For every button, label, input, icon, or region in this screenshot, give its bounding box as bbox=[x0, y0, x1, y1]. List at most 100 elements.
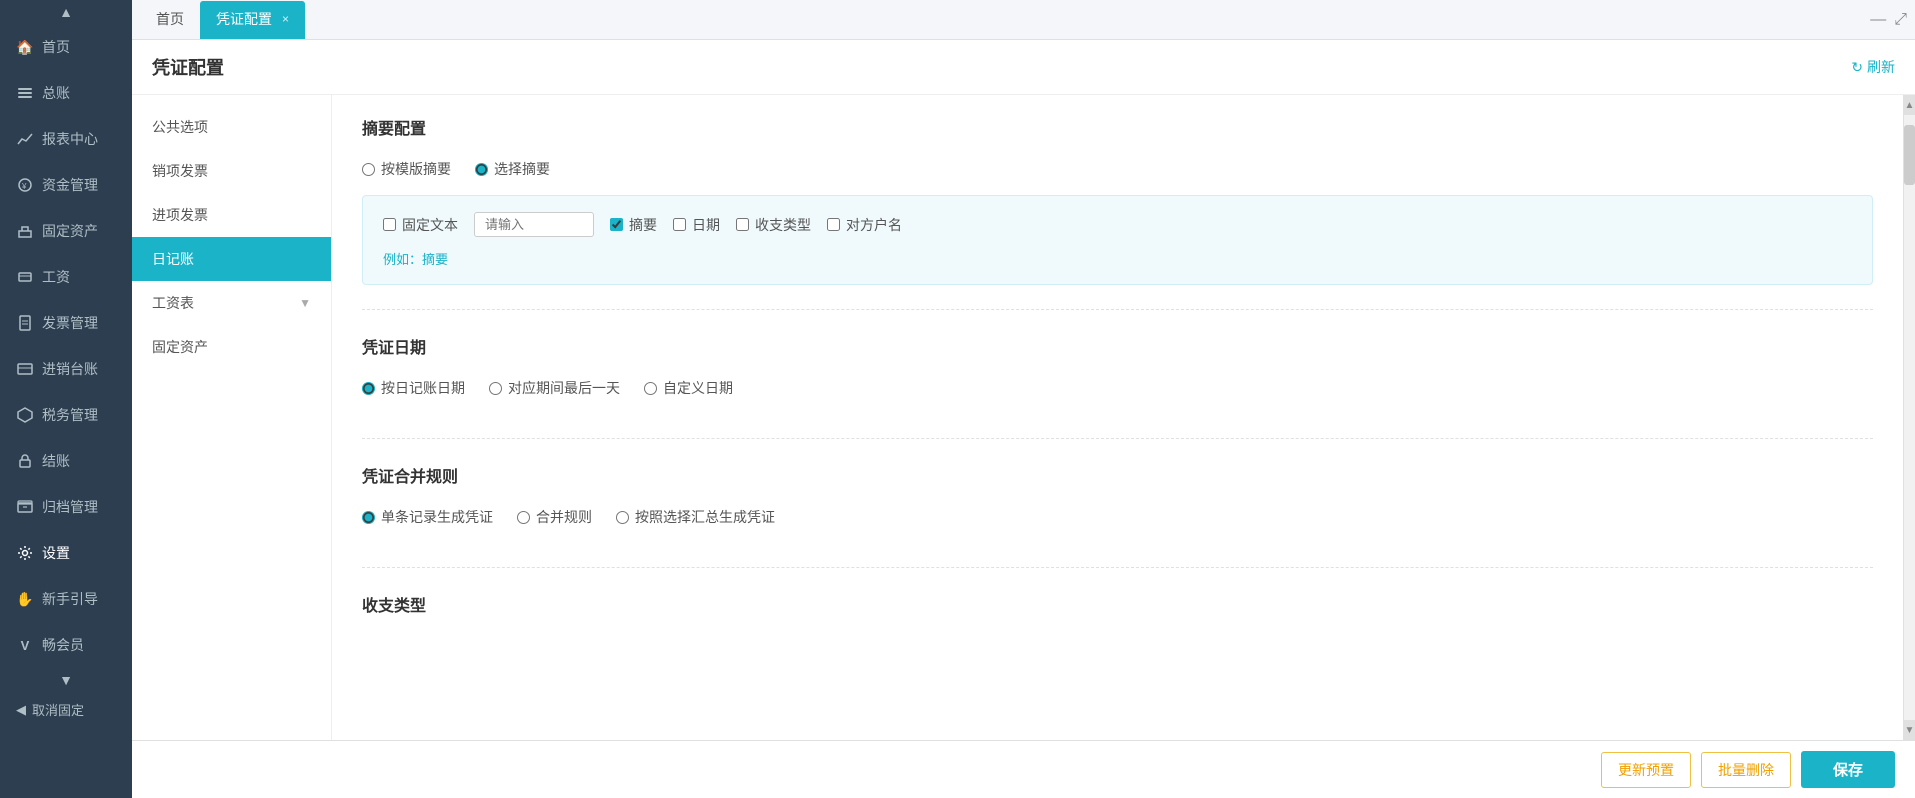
save-btn[interactable]: 保存 bbox=[1801, 751, 1895, 788]
merge-section: 凭证合并规则 单条记录生成凭证 合并规则 按照选择汇总生成凭证 bbox=[362, 463, 1873, 568]
sidebar: ▲ 🏠 首页 总账 报表中心 ¥ 资金管理 固定资产 工资 bbox=[0, 0, 132, 798]
radio-template-input[interactable] bbox=[362, 163, 375, 176]
summary-checkbox-row: 固定文本 摘要 日期 bbox=[383, 212, 1852, 237]
guide-icon: ✋ bbox=[16, 590, 34, 608]
date-title: 凭证日期 bbox=[362, 334, 1873, 358]
update-preset-btn[interactable]: 更新预置 bbox=[1601, 752, 1691, 788]
cancel-pin-btn[interactable]: ◀ 取消固定 bbox=[0, 692, 132, 727]
left-nav: 公共选项 销项发票 进项发票 日记账 工资表 ▼ 固定资产 bbox=[132, 95, 332, 740]
radio-custom-date-input[interactable] bbox=[644, 382, 657, 395]
sidebar-item-salary[interactable]: 工资 bbox=[0, 254, 132, 300]
date-radio-period[interactable]: 对应期间最后一天 bbox=[489, 378, 620, 398]
right-content: 摘要配置 按模版摘要 选择摘要 bbox=[332, 95, 1903, 740]
summary-example: 例如：摘要 bbox=[383, 249, 1852, 268]
scroll-up-btn[interactable]: ▲ bbox=[1904, 95, 1915, 115]
sidebar-item-archive[interactable]: 归档管理 bbox=[0, 484, 132, 530]
left-nav-payroll[interactable]: 工资表 ▼ bbox=[132, 281, 331, 325]
radio-single-input[interactable] bbox=[362, 511, 375, 524]
svg-text:¥: ¥ bbox=[21, 182, 27, 191]
merge-radio-single[interactable]: 单条记录生成凭证 bbox=[362, 507, 493, 527]
radio-by-selection-input[interactable] bbox=[616, 511, 629, 524]
radio-select-input[interactable] bbox=[475, 163, 488, 176]
sidebar-item-tax[interactable]: 税务管理 bbox=[0, 392, 132, 438]
salary-icon bbox=[16, 268, 34, 286]
tab-maximize-btn[interactable]: ⤢ bbox=[1894, 11, 1907, 29]
checkbox-date-input[interactable] bbox=[673, 218, 686, 231]
fund-icon: ¥ bbox=[16, 176, 34, 194]
scroll-thumb-area bbox=[1904, 115, 1915, 720]
fixed-text-input[interactable] bbox=[474, 212, 594, 237]
tab-close-icon[interactable]: × bbox=[282, 12, 289, 26]
tab-minimize-btn[interactable]: — bbox=[1870, 11, 1886, 29]
sidebar-item-fund[interactable]: ¥ 资金管理 bbox=[0, 162, 132, 208]
content-layout: 公共选项 销项发票 进项发票 日记账 工资表 ▼ 固定资产 bbox=[132, 95, 1903, 740]
radio-period-last-input[interactable] bbox=[489, 382, 502, 395]
checkbox-summary[interactable]: 摘要 bbox=[610, 215, 657, 235]
page-header: 凭证配置 ↻ 刷新 bbox=[132, 40, 1915, 95]
tab-home[interactable]: 首页 bbox=[140, 1, 200, 39]
sidebar-item-ledger[interactable]: 总账 bbox=[0, 70, 132, 116]
merge-title: 凭证合并规则 bbox=[362, 463, 1873, 487]
sidebar-item-settings[interactable]: 设置 bbox=[0, 530, 132, 576]
checkbox-fixed-text-input[interactable] bbox=[383, 218, 396, 231]
merge-radio-selection[interactable]: 按照选择汇总生成凭证 bbox=[616, 507, 775, 527]
income-type-section: 收支类型 bbox=[362, 592, 1873, 660]
radio-journal-date-input[interactable] bbox=[362, 382, 375, 395]
checkbox-date[interactable]: 日期 bbox=[673, 215, 720, 235]
date-radio-custom[interactable]: 自定义日期 bbox=[644, 378, 733, 398]
checkbox-counterpart-input[interactable] bbox=[827, 218, 840, 231]
checkbox-summary-input[interactable] bbox=[610, 218, 623, 231]
report-icon bbox=[16, 130, 34, 148]
tab-voucher-config[interactable]: 凭证配置 × bbox=[200, 1, 305, 39]
chevron-down-icon: ▼ bbox=[299, 296, 311, 310]
sidebar-scroll-up[interactable]: ▲ bbox=[0, 0, 132, 24]
ledger-icon bbox=[16, 84, 34, 102]
sidebar-item-vip[interactable]: V 畅会员 bbox=[0, 622, 132, 668]
bottom-bar: 更新预置 批量删除 保存 bbox=[132, 740, 1915, 798]
archive-icon bbox=[16, 498, 34, 516]
batch-delete-btn[interactable]: 批量删除 bbox=[1701, 752, 1791, 788]
page-title: 凭证配置 bbox=[152, 54, 224, 80]
date-radio-group: 按日记账日期 对应期间最后一天 自定义日期 bbox=[362, 378, 1873, 398]
left-nav-fixed-assets[interactable]: 固定资产 bbox=[132, 325, 331, 369]
sidebar-item-trade[interactable]: 进销台账 bbox=[0, 346, 132, 392]
sidebar-scroll-down[interactable]: ▼ bbox=[0, 668, 132, 692]
home-icon: 🏠 bbox=[16, 38, 34, 56]
income-type-title: 收支类型 bbox=[362, 592, 1873, 616]
summary-radio-template[interactable]: 按模版摘要 bbox=[362, 159, 451, 179]
outer-scrollbar[interactable]: ▲ ▼ bbox=[1903, 95, 1915, 740]
summary-options-box: 固定文本 摘要 日期 bbox=[362, 195, 1873, 285]
sidebar-item-assets[interactable]: 固定资产 bbox=[0, 208, 132, 254]
refresh-icon: ↻ bbox=[1851, 59, 1863, 76]
date-radio-journal[interactable]: 按日记账日期 bbox=[362, 378, 465, 398]
merge-radio-group: 单条记录生成凭证 合并规则 按照选择汇总生成凭证 bbox=[362, 507, 1873, 527]
sidebar-item-invoice[interactable]: 发票管理 bbox=[0, 300, 132, 346]
assets-icon bbox=[16, 222, 34, 240]
sidebar-item-report[interactable]: 报表中心 bbox=[0, 116, 132, 162]
summary-radio-select[interactable]: 选择摘要 bbox=[475, 159, 550, 179]
checkbox-income-type[interactable]: 收支类型 bbox=[736, 215, 811, 235]
left-nav-public[interactable]: 公共选项 bbox=[132, 105, 331, 149]
sidebar-item-close[interactable]: 结账 bbox=[0, 438, 132, 484]
merge-radio-rule[interactable]: 合并规则 bbox=[517, 507, 592, 527]
scroll-down-btn[interactable]: ▼ bbox=[1904, 720, 1915, 740]
main-area: 首页 凭证配置 × — ⤢ 凭证配置 ↻ 刷新 公共选项 销项发票 bbox=[132, 0, 1915, 798]
summary-section: 摘要配置 按模版摘要 选择摘要 bbox=[362, 115, 1873, 310]
sidebar-item-home[interactable]: 🏠 首页 bbox=[0, 24, 132, 70]
checkbox-fixed-text[interactable]: 固定文本 bbox=[383, 215, 458, 235]
sidebar-item-guide[interactable]: ✋ 新手引导 bbox=[0, 576, 132, 622]
left-nav-purchase[interactable]: 进项发票 bbox=[132, 193, 331, 237]
trade-icon bbox=[16, 360, 34, 378]
radio-merge-rule-input[interactable] bbox=[517, 511, 530, 524]
checkbox-income-type-input[interactable] bbox=[736, 218, 749, 231]
left-nav-sales[interactable]: 销项发票 bbox=[132, 149, 331, 193]
left-nav-journal[interactable]: 日记账 bbox=[132, 237, 331, 281]
pin-icon: ◀ bbox=[16, 702, 26, 718]
tax-icon bbox=[16, 406, 34, 424]
settings-icon bbox=[16, 544, 34, 562]
tab-actions: — ⤢ bbox=[1870, 11, 1907, 29]
refresh-btn[interactable]: ↻ 刷新 bbox=[1851, 57, 1895, 77]
scroll-handle[interactable] bbox=[1904, 125, 1915, 185]
date-section: 凭证日期 按日记账日期 对应期间最后一天 自定义日期 bbox=[362, 334, 1873, 439]
checkbox-counterpart[interactable]: 对方户名 bbox=[827, 215, 902, 235]
